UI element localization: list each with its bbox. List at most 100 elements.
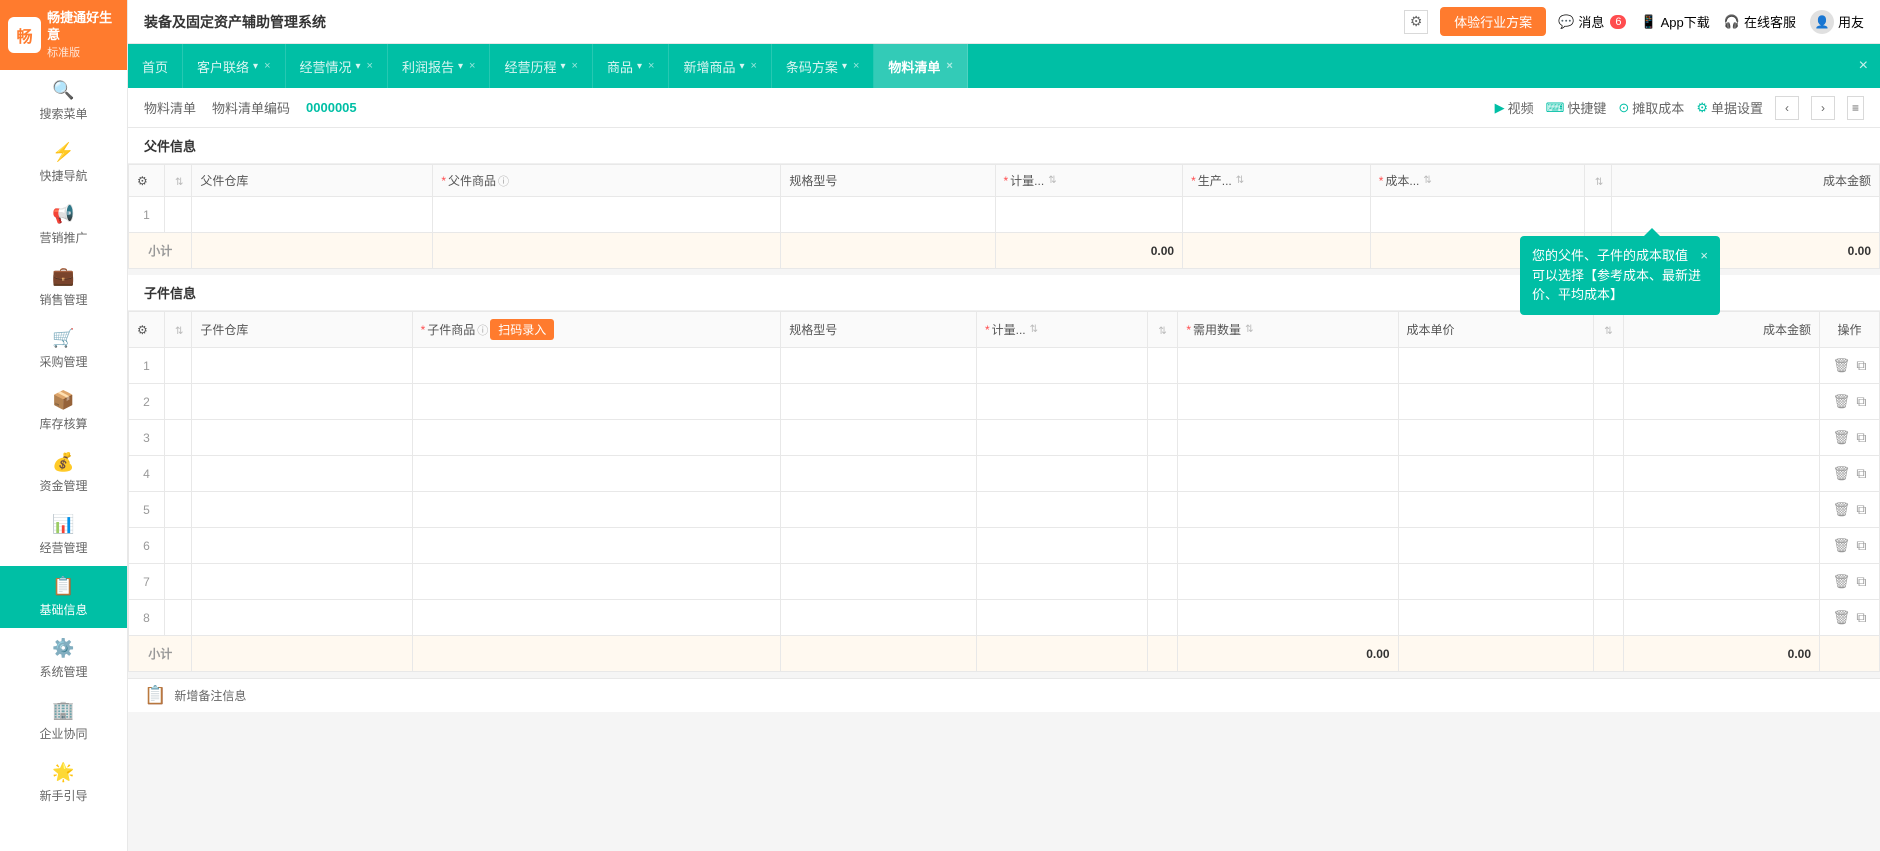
sidebar-item-marketing[interactable]: 📢 营销推广 — [0, 194, 127, 256]
row-unit[interactable] — [976, 600, 1147, 636]
row-unit[interactable] — [976, 492, 1147, 528]
settings-button[interactable]: ⚙ 单据设置 — [1696, 98, 1763, 117]
close-all-tabs-button[interactable]: × — [1847, 57, 1880, 75]
row-unit-cost[interactable] — [1398, 528, 1594, 564]
row-unit[interactable] — [976, 564, 1147, 600]
tab-close-icon[interactable]: × — [750, 60, 756, 72]
prev-doc-button[interactable]: ‹ — [1775, 96, 1799, 120]
tab-close-icon[interactable]: × — [946, 60, 952, 72]
row-produce[interactable] — [1183, 197, 1371, 233]
sidebar-item-corp[interactable]: 🏢 企业协同 — [0, 690, 127, 752]
sidebar-item-operations[interactable]: 📊 经营管理 — [0, 504, 127, 566]
row-unit-cost[interactable] — [1398, 564, 1594, 600]
tab-home[interactable]: 首页 — [128, 44, 183, 88]
tooltip-close-button[interactable]: × — [1700, 246, 1708, 266]
copy-icon[interactable]: ⧉ — [1856, 393, 1866, 410]
tab-operations-status[interactable]: 经营情况 ▾ × — [286, 44, 388, 88]
copy-icon[interactable]: ⧉ — [1856, 357, 1866, 374]
sidebar-item-sales[interactable]: 💼 销售管理 — [0, 256, 127, 318]
expand-button[interactable]: ≡ — [1847, 96, 1864, 120]
sidebar-item-inventory[interactable]: 📦 库存核算 — [0, 380, 127, 442]
tab-close-icon[interactable]: × — [469, 60, 475, 72]
user-button[interactable]: 👤 用友 — [1810, 10, 1864, 34]
copy-icon[interactable]: ⧉ — [1856, 573, 1866, 590]
row-warehouse[interactable] — [192, 600, 412, 636]
row-product[interactable] — [412, 384, 781, 420]
cost-button[interactable]: ⊙ 摊取成本 — [1618, 98, 1684, 117]
tab-close-icon[interactable]: × — [264, 60, 270, 72]
row-product[interactable] — [412, 348, 781, 384]
tab-close-icon[interactable]: × — [648, 60, 654, 72]
delete-icon[interactable]: 🗑 — [1833, 609, 1851, 626]
copy-icon[interactable]: ⧉ — [1856, 537, 1866, 554]
row-product[interactable] — [412, 528, 781, 564]
row-needed[interactable] — [1178, 528, 1398, 564]
row-unit-cost[interactable] — [1398, 456, 1594, 492]
sidebar-item-guide[interactable]: 🌟 新手引导 — [0, 752, 127, 814]
row-warehouse[interactable] — [192, 564, 412, 600]
sidebar-item-purchase[interactable]: 🛒 采购管理 — [0, 318, 127, 380]
row-warehouse[interactable] — [192, 492, 412, 528]
row-needed[interactable] — [1178, 456, 1398, 492]
row-warehouse[interactable] — [192, 528, 412, 564]
message-button[interactable]: 💬 消息 6 — [1558, 12, 1626, 31]
copy-icon[interactable]: ⧉ — [1856, 609, 1866, 626]
tab-barcode[interactable]: 条码方案 ▾ × — [772, 44, 874, 88]
delete-icon[interactable]: 🗑 — [1833, 537, 1851, 554]
delete-icon[interactable]: 🗑 — [1833, 357, 1851, 374]
row-needed[interactable] — [1178, 600, 1398, 636]
copy-icon[interactable]: ⧉ — [1856, 465, 1866, 482]
app-download-button[interactable]: 📱 App下载 — [1640, 12, 1709, 31]
row-unit-cost[interactable] — [1398, 600, 1594, 636]
online-service-button[interactable]: 🎧 在线客服 — [1724, 12, 1796, 31]
row-warehouse[interactable] — [192, 456, 412, 492]
settings-gear-icon[interactable]: ⚙ — [1404, 10, 1428, 34]
row-unit[interactable] — [976, 384, 1147, 420]
row-needed[interactable] — [1178, 348, 1398, 384]
row-unit-cost[interactable] — [1398, 420, 1594, 456]
sidebar-logo[interactable]: 畅 畅捷通好生意 标准版 — [0, 0, 127, 70]
tab-ops-history[interactable]: 经营历程 ▾ × — [490, 44, 592, 88]
add-note-label[interactable]: 新增备注信息 — [174, 687, 246, 704]
copy-icon[interactable]: ⧉ — [1856, 429, 1866, 446]
tab-close-icon[interactable]: × — [572, 60, 578, 72]
scan-input-button[interactable]: 扫码录入 — [490, 319, 554, 340]
try-industry-button[interactable]: 体验行业方案 — [1440, 7, 1546, 36]
row-unit-cost[interactable] — [1398, 348, 1594, 384]
row-unit-cost[interactable] — [1398, 492, 1594, 528]
row-warehouse[interactable] — [192, 420, 412, 456]
row-needed[interactable] — [1178, 564, 1398, 600]
delete-icon[interactable]: 🗑 — [1833, 573, 1851, 590]
tab-goods[interactable]: 商品 ▾ × — [593, 44, 669, 88]
tab-new-goods[interactable]: 新增商品 ▾ × — [669, 44, 771, 88]
info-icon[interactable]: ⓘ — [477, 322, 488, 338]
next-doc-button[interactable]: › — [1811, 96, 1835, 120]
row-cost[interactable] — [1370, 197, 1584, 233]
row-product[interactable] — [412, 492, 781, 528]
delete-icon[interactable]: 🗑 — [1833, 393, 1851, 410]
row-product[interactable] — [412, 600, 781, 636]
row-product[interactable] — [412, 456, 781, 492]
tab-close-icon[interactable]: × — [367, 60, 373, 72]
sidebar-item-basic[interactable]: 📋 基础信息 — [0, 566, 127, 628]
sidebar-item-quick-nav[interactable]: ⚡ 快捷导航 — [0, 132, 127, 194]
row-needed[interactable] — [1178, 384, 1398, 420]
row-unit-cost[interactable] — [1398, 384, 1594, 420]
row-warehouse[interactable] — [192, 197, 433, 233]
row-product[interactable] — [412, 564, 781, 600]
tab-customer[interactable]: 客户联络 ▾ × — [183, 44, 285, 88]
sidebar-item-search[interactable]: 🔍 搜索菜单 — [0, 70, 127, 132]
th-child-settings[interactable]: ⚙ — [129, 312, 165, 348]
row-unit[interactable] — [976, 528, 1147, 564]
tab-bom[interactable]: 物料清单 × — [874, 44, 967, 88]
delete-icon[interactable]: 🗑 — [1833, 465, 1851, 482]
delete-icon[interactable]: 🗑 — [1833, 501, 1851, 518]
th-settings[interactable]: ⚙ — [129, 165, 165, 197]
row-unit[interactable] — [976, 420, 1147, 456]
copy-icon[interactable]: ⧉ — [1856, 501, 1866, 518]
row-unit[interactable] — [976, 456, 1147, 492]
row-warehouse[interactable] — [192, 384, 412, 420]
row-unit[interactable] — [995, 197, 1183, 233]
row-needed[interactable] — [1178, 420, 1398, 456]
row-warehouse[interactable] — [192, 348, 412, 384]
